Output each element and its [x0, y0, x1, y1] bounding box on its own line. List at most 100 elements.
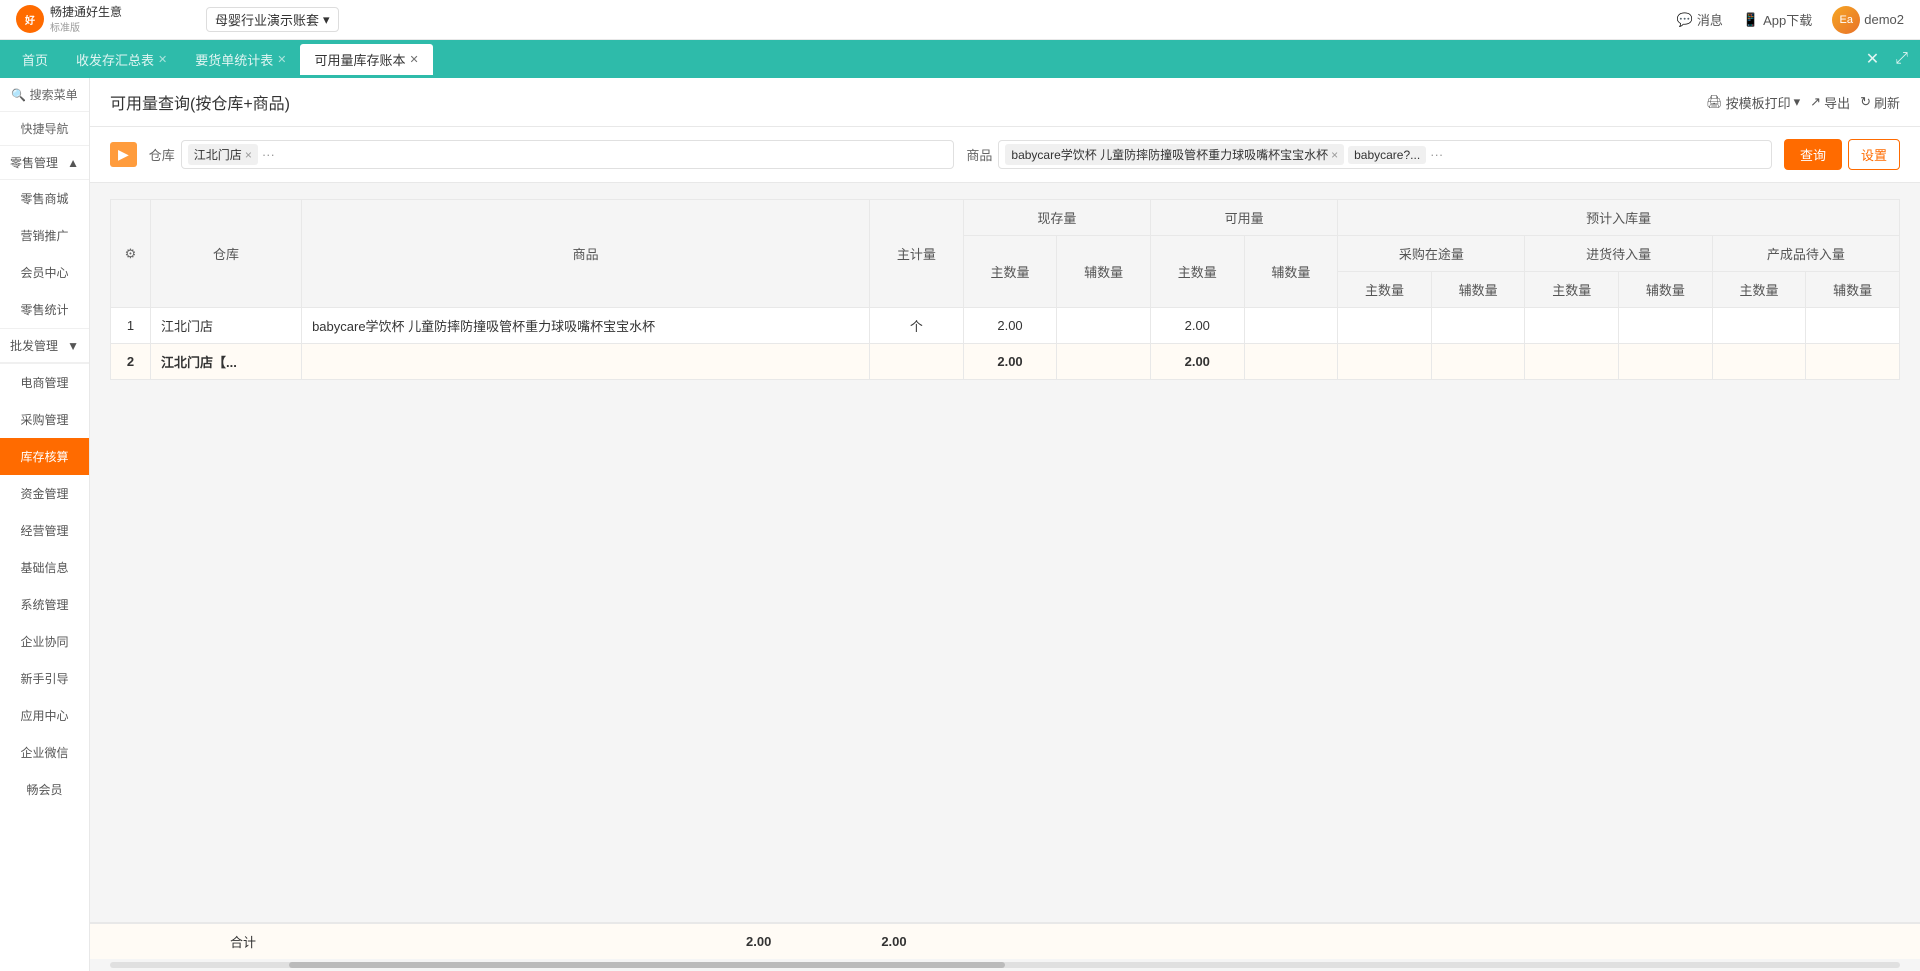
username: demo2 [1864, 12, 1904, 27]
close-all-tabs-button[interactable]: ✕ [1862, 47, 1883, 71]
page-title: 可用量查询(按仓库+商品) [110, 90, 290, 126]
logo-text: 畅捷通好生意 [50, 5, 122, 19]
export-button[interactable]: ↗ 导出 [1810, 93, 1850, 112]
sidebar-appstore-label: 应用中心 [20, 707, 68, 724]
sidebar-quick-nav[interactable]: 快捷导航 [0, 112, 89, 146]
row2-available-main: 2.00 [1150, 344, 1244, 380]
tab-receive-summary[interactable]: 收发存汇总表 ✕ [62, 44, 181, 75]
message-icon: 💬 [1677, 12, 1693, 28]
row2-index: 2 [111, 344, 151, 380]
sidebar-item-purchase[interactable]: 采购管理 [0, 401, 89, 438]
row1-incoming-aux [1619, 308, 1713, 344]
sidebar-collab-label: 企业协同 [20, 633, 68, 650]
row2-purchase-transit-main [1338, 344, 1432, 380]
warehouse-tag-value: 江北门店 [194, 146, 242, 163]
sidebar-item-system[interactable]: 系统管理 [0, 586, 89, 623]
row1-purchase-transit-aux [1431, 308, 1525, 344]
sidebar-item-basics[interactable]: 基础信息 [0, 549, 89, 586]
warehouse-header: 仓库 [151, 200, 302, 308]
sidebar-item-member[interactable]: 会员中心 [0, 254, 89, 291]
page-actions: 🖨 按模板打印 ▾ ↗ 导出 ↻ 刷新 [1706, 93, 1900, 124]
sidebar-item-finance[interactable]: 资金管理 [0, 475, 89, 512]
sidebar-item-newbie[interactable]: 新手引导 [0, 660, 89, 697]
expand-button[interactable]: ⤢ [1891, 48, 1912, 70]
current-main-header: 主数量 [963, 236, 1057, 308]
scrollbar-track[interactable] [110, 962, 1900, 968]
purchase-transit-main-header: 主数量 [1338, 272, 1432, 308]
sidebar-item-collab[interactable]: 企业协同 [0, 623, 89, 660]
filter-more-icon[interactable]: ··· [262, 147, 275, 162]
org-selector[interactable]: 母婴行业演示账套 ▾ [206, 7, 339, 32]
tab-available-stock-label: 可用量库存账本 [314, 50, 405, 69]
warehouse-filter-input[interactable]: 江北门店 × ··· [181, 140, 955, 169]
sidebar-item-zero-shop[interactable]: 零售商城 [0, 180, 89, 217]
tab-available-stock[interactable]: 可用量库存账本 ✕ [300, 44, 432, 75]
logo-icon: 好 [16, 5, 44, 33]
data-table: ⚙ 仓库 商品 主计量 现存量 可用量 预计入库量 主数量 辅数量 主数量 辅数… [110, 199, 1900, 380]
purchase-transit-aux-header: 辅数量 [1431, 272, 1525, 308]
sidebar-item-appstore[interactable]: 应用中心 [0, 697, 89, 734]
filter-actions: 查询 设置 [1784, 139, 1900, 170]
current-aux-header: 辅数量 [1057, 236, 1151, 308]
warehouse-tag-close[interactable]: × [245, 148, 252, 162]
export-label: 导出 [1824, 93, 1850, 112]
sidebar-item-marketing[interactable]: 营销推广 [0, 217, 89, 254]
sidebar-item-ops[interactable]: 经营管理 [0, 512, 89, 549]
sidebar-search-label: 搜索菜单 [30, 88, 78, 102]
sidebar-item-wechat[interactable]: 企业微信 [0, 734, 89, 771]
top-right: 💬 消息 📱 App下载 Ea demo2 [1677, 6, 1904, 34]
tab-order-stats-close[interactable]: ✕ [277, 53, 286, 66]
sidebar-section-zero-sales: 零售管理 ▲ 零售商城 营销推广 会员中心 零售统计 [0, 146, 89, 329]
warehouse-tag: 江北门店 × [188, 144, 258, 165]
print-button[interactable]: 🖨 按模板打印 ▾ [1706, 93, 1800, 112]
row2-current-main: 2.00 [963, 344, 1057, 380]
scrollbar-thumb[interactable] [289, 962, 1005, 968]
message-button[interactable]: 💬 消息 [1677, 10, 1723, 29]
app-download-button[interactable]: 📱 App下载 [1743, 10, 1812, 29]
sidebar-newbie-label: 新手引导 [20, 670, 68, 687]
refresh-icon: ↻ [1860, 94, 1871, 110]
row2-production-main [1712, 344, 1806, 380]
row2-incoming-aux [1619, 344, 1713, 380]
refresh-button[interactable]: ↻ 刷新 [1860, 93, 1900, 112]
product-filter-input[interactable]: babycare学饮杯 儿童防摔防撞吸管杯重力球吸嘴杯宝宝水杯 × babyca… [998, 140, 1772, 169]
content-area: 可用量查询(按仓库+商品) 🖨 按模板打印 ▾ ↗ 导出 ↻ 刷新 ▶ [90, 78, 1920, 971]
settings-button[interactable]: 设置 [1848, 139, 1900, 170]
tab-available-stock-close[interactable]: ✕ [410, 53, 419, 66]
row2-incoming-main [1525, 344, 1619, 380]
product-tag1-close[interactable]: × [1331, 148, 1338, 162]
sidebar-search[interactable]: 🔍 搜索菜单 [0, 78, 89, 112]
sidebar-item-wholesale[interactable]: 批发管理 ▼ [0, 329, 89, 363]
row1-unit: 个 [870, 308, 964, 344]
purchase-transit-header: 采购在途量 [1338, 236, 1525, 272]
tab-home[interactable]: 首页 [8, 44, 62, 75]
tab-receive-summary-close[interactable]: ✕ [158, 53, 167, 66]
sidebar-ops-label: 经营管理 [20, 522, 68, 539]
sidebar-member2-label: 畅会员 [26, 781, 62, 798]
tab-bar: 首页 收发存汇总表 ✕ 要货单统计表 ✕ 可用量库存账本 ✕ ✕ ⤢ [0, 40, 1920, 78]
user-menu[interactable]: Ea demo2 [1832, 6, 1904, 34]
sidebar-finance-label: 资金管理 [20, 485, 68, 502]
table-container: ⚙ 仓库 商品 主计量 现存量 可用量 预计入库量 主数量 辅数量 主数量 辅数… [90, 183, 1920, 922]
gear-icon[interactable]: ⚙ [125, 246, 137, 261]
tab-receive-summary-label: 收发存汇总表 [76, 50, 154, 69]
sidebar-item-ecom[interactable]: 电商管理 [0, 364, 89, 401]
sidebar-wechat-label: 企业微信 [20, 744, 68, 761]
filter-toggle-button[interactable]: ▶ [110, 142, 137, 167]
tab-order-stats[interactable]: 要货单统计表 ✕ [181, 44, 300, 75]
sidebar-item-stats[interactable]: 零售统计 [0, 291, 89, 328]
page-header: 可用量查询(按仓库+商品) 🖨 按模板打印 ▾ ↗ 导出 ↻ 刷新 [90, 78, 1920, 127]
table-row-subtotal: 2 江北门店【... 2.00 2.00 [111, 344, 1900, 380]
warehouse-label: 仓库 [149, 145, 175, 164]
filter-product-more-icon[interactable]: ··· [1430, 147, 1443, 162]
query-button[interactable]: 查询 [1784, 139, 1842, 170]
sidebar-ecom-label: 电商管理 [20, 374, 68, 391]
sidebar: 🔍 搜索菜单 快捷导航 零售管理 ▲ 零售商城 营销推广 会员中心 零售统计 [0, 78, 90, 971]
table-footer: 合计 2.00 2.00 [90, 922, 1920, 959]
sidebar-item-inventory[interactable]: 库存核算 [0, 438, 89, 475]
sidebar-item-zero-sales[interactable]: 零售管理 ▲ [0, 146, 89, 180]
sidebar-item-member2[interactable]: 畅会员 [0, 771, 89, 808]
refresh-label: 刷新 [1874, 93, 1900, 112]
sidebar-member-label: 会员中心 [20, 264, 68, 281]
sidebar-inventory-label: 库存核算 [20, 448, 68, 465]
